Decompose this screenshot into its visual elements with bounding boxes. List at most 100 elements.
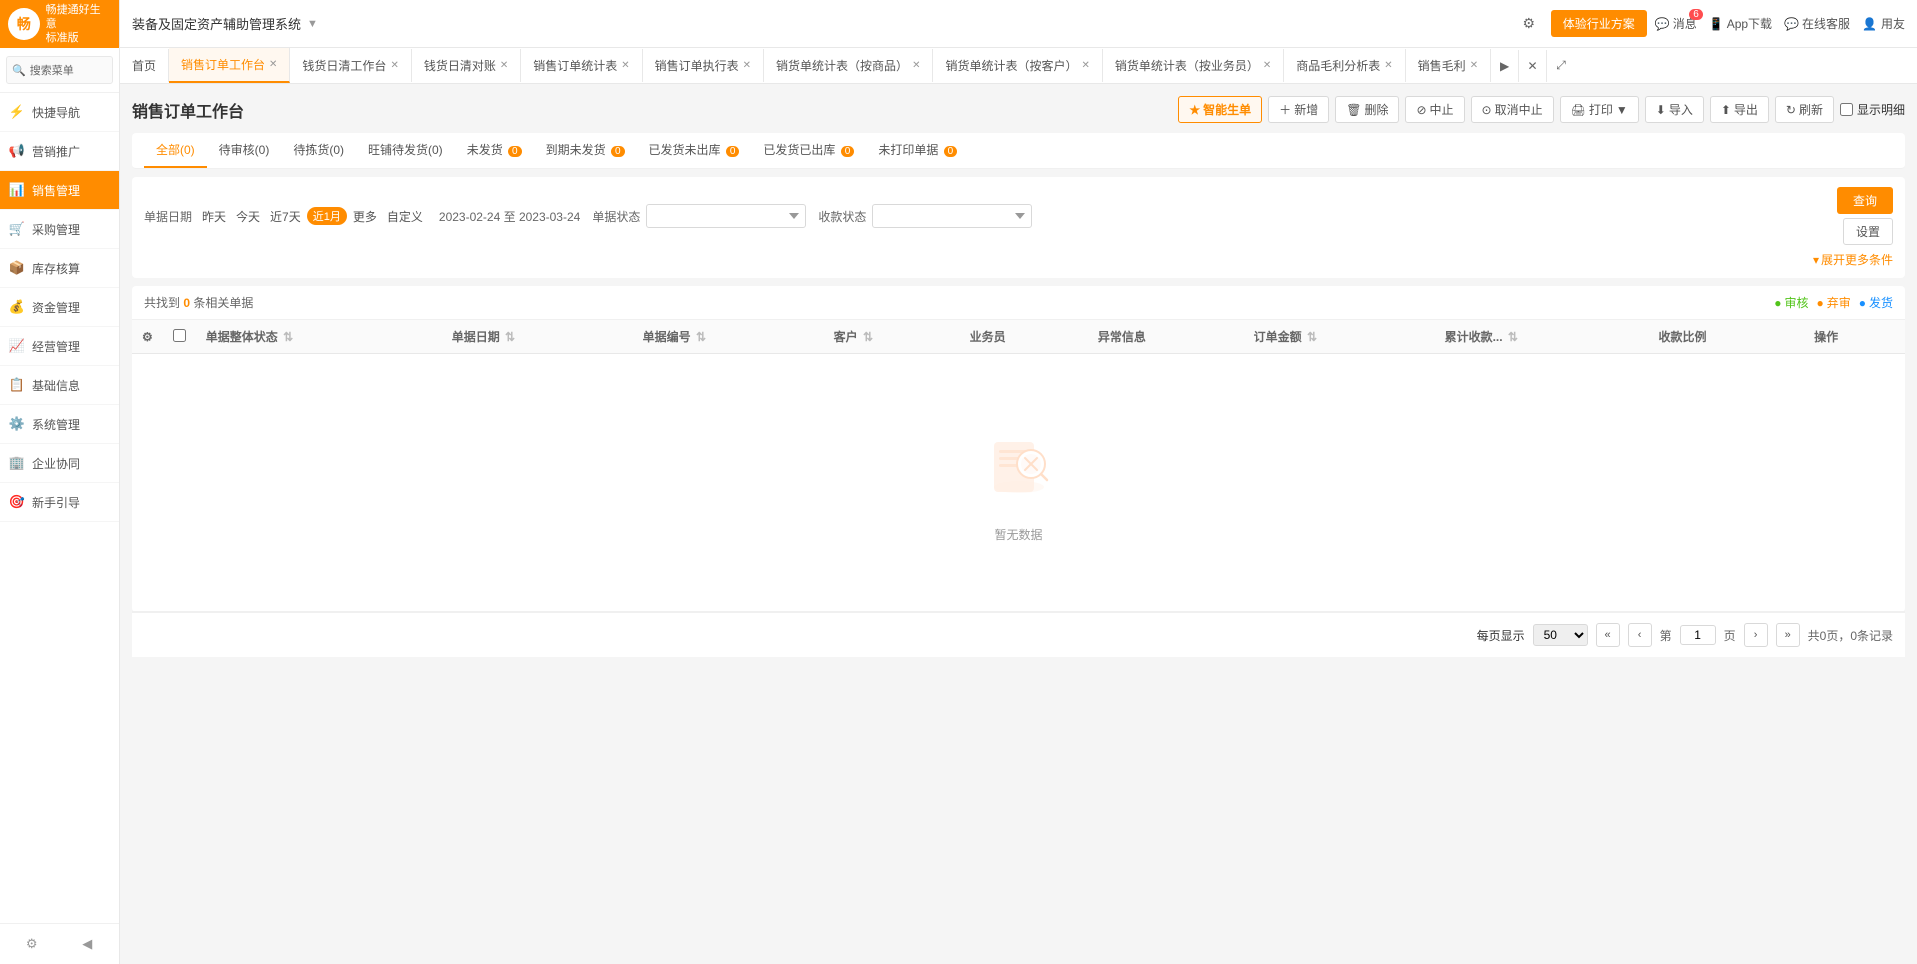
show-detail-label[interactable]: 显示明细 <box>1840 101 1905 118</box>
app-download-button[interactable]: 📱 App下载 <box>1709 15 1772 32</box>
date-yesterday[interactable]: 昨天 <box>198 206 230 227</box>
filter-tab-shipped-not-out[interactable]: 已发货未出库 0 <box>637 133 752 168</box>
prev-page-button[interactable]: ‹ <box>1628 623 1652 647</box>
user-menu[interactable]: 👤 用友 <box>1862 15 1905 32</box>
filter-tab-pending-review[interactable]: 待审核(0) <box>207 133 282 168</box>
sidebar-item-purchase[interactable]: 🛒 采购管理 <box>0 210 119 249</box>
expand-button[interactable]: ▾ 展开更多条件 <box>1813 251 1893 268</box>
status-select[interactable] <box>646 204 806 228</box>
filter-tab-wangpu[interactable]: 旺铺待发货(0) <box>356 133 455 168</box>
tab-close-all-button[interactable]: ✕ <box>1519 50 1547 82</box>
tab-expand-button[interactable]: ⤢ <box>1547 50 1575 82</box>
tab-sales-order-close[interactable]: ✕ <box>269 59 277 70</box>
cancel-stop-button[interactable]: ⊙ 取消中止 <box>1471 96 1554 123</box>
tab-summary-customer-close[interactable]: ✕ <box>1081 60 1089 71</box>
not-printed-badge: 0 <box>944 146 958 157</box>
trial-button[interactable]: 体验行业方案 <box>1551 10 1647 37</box>
date-today[interactable]: 今天 <box>232 206 264 227</box>
tab-sales-stats[interactable]: 销售订单统计表 ✕ <box>521 49 642 82</box>
query-button[interactable]: 查询 <box>1837 187 1893 214</box>
tab-more-button[interactable]: ▶ <box>1491 50 1519 82</box>
sidebar-item-system[interactable]: ⚙️ 系统管理 <box>0 405 119 444</box>
tab-sales-stats-close[interactable]: ✕ <box>621 60 629 71</box>
sort-customer-icon[interactable]: ⇅ <box>863 330 873 344</box>
search-menu-button[interactable]: 🔍 搜索菜单 <box>6 56 113 84</box>
table-toolbar: 共找到 0 条相关单据 ● 审核 ● 弃审 ● 发货 <box>132 286 1905 320</box>
tab-sales-order[interactable]: 销售订单工作台 ✕ <box>169 48 290 83</box>
sidebar-item-operation[interactable]: 📈 经营管理 <box>0 327 119 366</box>
tab-product-margin-close[interactable]: ✕ <box>1384 60 1392 71</box>
tab-cash-reconcile[interactable]: 钱货日清对账 ✕ <box>412 49 521 82</box>
th-checkbox[interactable] <box>163 320 196 354</box>
filter-tab-not-printed[interactable]: 未打印单据 0 <box>866 133 969 168</box>
tab-sales-exec[interactable]: 销售订单执行表 ✕ <box>643 49 764 82</box>
sidebar-item-finance[interactable]: 💰 资金管理 <box>0 288 119 327</box>
stop-button[interactable]: ⊘ 中止 <box>1405 96 1464 123</box>
sidebar-item-guide[interactable]: 🎯 新手引导 <box>0 483 119 522</box>
page-input[interactable] <box>1680 625 1716 645</box>
tab-home[interactable]: 首页 <box>120 49 169 82</box>
print-button[interactable]: 🖨 打印 ▼ <box>1560 96 1639 123</box>
sidebar-item-inventory[interactable]: 📦 库存核算 <box>0 249 119 288</box>
tab-cash-daily-close[interactable]: ✕ <box>390 60 398 71</box>
date-custom[interactable]: 自定义 <box>383 206 427 227</box>
import-icon: ⬇ <box>1656 103 1666 117</box>
sort-collected-icon[interactable]: ⇅ <box>1508 330 1518 344</box>
tab-summary-staff-close[interactable]: ✕ <box>1263 60 1271 71</box>
delete-button[interactable]: 🗑 删除 <box>1335 96 1399 123</box>
last-page-button[interactable]: » <box>1776 623 1800 647</box>
page-size-select[interactable]: 50 10 20 100 <box>1533 624 1588 646</box>
payment-select[interactable] <box>872 204 1032 228</box>
sort-status-icon[interactable]: ⇅ <box>283 330 293 344</box>
show-detail-checkbox[interactable] <box>1840 103 1853 116</box>
tab-sales-summary-product[interactable]: 销货单统计表（按商品） ✕ <box>764 49 933 82</box>
message-button[interactable]: 💬 消息 6 <box>1655 15 1697 32</box>
date-more[interactable]: 更多 <box>349 206 381 227</box>
tab-sales-summary-staff[interactable]: 销货单统计表（按业务员） ✕ <box>1103 49 1284 82</box>
approve-button[interactable]: ● 审核 <box>1774 294 1808 311</box>
refresh-button[interactable]: ↻ 刷新 <box>1775 96 1834 123</box>
import-button[interactable]: ⬇ 导入 <box>1645 96 1704 123</box>
select-all-checkbox[interactable] <box>173 329 186 342</box>
date-7days[interactable]: 近7天 <box>266 206 305 227</box>
filter-tab-all[interactable]: 全部(0) <box>144 133 207 168</box>
filter-tab-not-shipped[interactable]: 未发货 0 <box>455 133 534 168</box>
online-service-button[interactable]: 💬 在线客服 <box>1784 15 1850 32</box>
th-settings[interactable]: ⚙ <box>132 320 163 354</box>
tab-sales-summary-customer[interactable]: 销货单统计表（按客户） ✕ <box>933 49 1102 82</box>
sidebar-collapse-btn[interactable]: ◀ <box>64 932 112 956</box>
sidebar-item-sales[interactable]: 📊 销售管理 <box>0 171 119 210</box>
sort-date-icon[interactable]: ⇅ <box>505 330 515 344</box>
sort-amount-icon[interactable]: ⇅ <box>1307 330 1317 344</box>
tab-summary-product-close[interactable]: ✕ <box>912 60 920 71</box>
refresh-icon: ↻ <box>1786 103 1796 117</box>
sort-number-icon[interactable]: ⇅ <box>696 330 706 344</box>
smart-create-button[interactable]: ★ 智能生单 <box>1178 96 1262 123</box>
tab-sales-exec-close[interactable]: ✕ <box>743 60 751 71</box>
sidebar-item-marketing[interactable]: 📢 营销推广 <box>0 132 119 171</box>
revoke-dot: ● <box>1816 296 1823 310</box>
send-button[interactable]: ● 发货 <box>1859 294 1893 311</box>
next-page-button[interactable]: › <box>1744 623 1768 647</box>
first-page-button[interactable]: « <box>1596 623 1620 647</box>
tab-product-margin[interactable]: 商品毛利分析表 ✕ <box>1284 49 1405 82</box>
sidebar-item-enterprise[interactable]: 🏢 企业协同 <box>0 444 119 483</box>
revoke-button[interactable]: ● 弃审 <box>1816 294 1850 311</box>
tab-cash-daily[interactable]: 钱货日清工作台 ✕ <box>290 49 411 82</box>
sidebar-settings-btn[interactable]: ⚙ <box>8 932 56 956</box>
tab-cash-reconcile-close[interactable]: ✕ <box>500 60 508 71</box>
topbar-settings-icon[interactable]: ⚙ <box>1515 10 1543 38</box>
export-button[interactable]: ⬆ 导出 <box>1710 96 1769 123</box>
new-button[interactable]: ＋ 新增 <box>1268 96 1329 123</box>
filter-tab-shipped-out[interactable]: 已发货已出库 0 <box>751 133 866 168</box>
sidebar-item-basic[interactable]: 📋 基础信息 <box>0 366 119 405</box>
filter-tab-pending-inspect[interactable]: 待拣货(0) <box>281 133 356 168</box>
tab-sales-more[interactable]: 销售毛利 ✕ <box>1406 49 1491 82</box>
search-setting-button[interactable]: 设置 <box>1843 218 1893 245</box>
topbar-dropdown-icon[interactable]: ▼ <box>307 18 318 30</box>
tab-sales-more-close[interactable]: ✕ <box>1470 60 1478 71</box>
date-1month[interactable]: 近1月 <box>307 207 347 225</box>
sidebar-quick-nav[interactable]: ⚡ 快捷导航 <box>0 93 119 132</box>
message-badge: 6 <box>1689 9 1703 20</box>
filter-tab-overdue[interactable]: 到期未发货 0 <box>534 133 637 168</box>
